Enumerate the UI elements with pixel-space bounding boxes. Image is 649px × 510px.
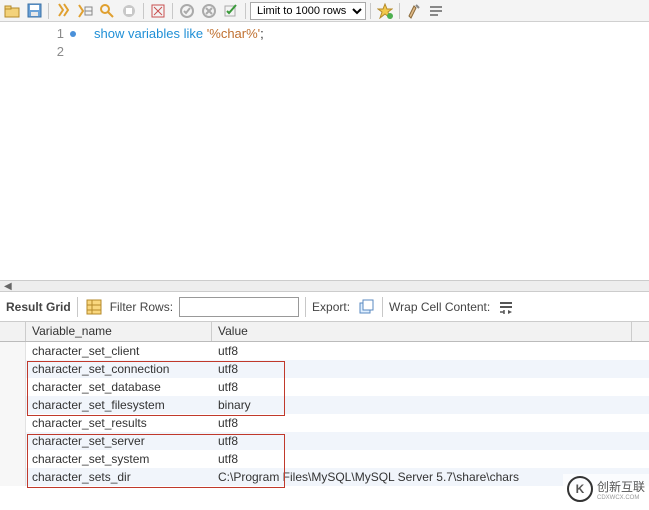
open-icon[interactable] bbox=[2, 1, 22, 21]
stop-icon[interactable] bbox=[119, 1, 139, 21]
toggle-comment-icon[interactable] bbox=[148, 1, 168, 21]
export-label: Export: bbox=[312, 300, 350, 314]
table-row[interactable]: character_set_serverutf8 bbox=[0, 432, 649, 450]
autocommit-icon[interactable] bbox=[221, 1, 241, 21]
table-row[interactable]: character_set_clientutf8 bbox=[0, 342, 649, 360]
explain-icon[interactable] bbox=[97, 1, 117, 21]
wrap-cell-icon[interactable] bbox=[496, 297, 516, 317]
column-value[interactable]: Value bbox=[212, 322, 632, 341]
sql-editor[interactable]: 12 show variables like '%char%'; bbox=[0, 22, 649, 280]
execute-icon[interactable] bbox=[53, 1, 73, 21]
main-toolbar: Limit to 1000 rows bbox=[0, 0, 649, 22]
result-toolbar: Result Grid Filter Rows: Export: Wrap Ce… bbox=[0, 292, 649, 322]
panel-splitter[interactable]: ◀ bbox=[0, 280, 649, 292]
code-area[interactable]: show variables like '%char%'; bbox=[70, 22, 649, 280]
limit-rows-select[interactable]: Limit to 1000 rows bbox=[250, 2, 366, 20]
table-row[interactable]: character_set_databaseutf8 bbox=[0, 378, 649, 396]
export-icon[interactable] bbox=[356, 297, 376, 317]
wrap-cell-label: Wrap Cell Content: bbox=[389, 300, 490, 314]
line-gutter: 12 bbox=[0, 22, 70, 280]
rollback-icon[interactable] bbox=[199, 1, 219, 21]
table-row[interactable]: character_set_filesystembinary bbox=[0, 396, 649, 414]
column-variable-name[interactable]: Variable_name bbox=[26, 322, 212, 341]
result-grid: Variable_name Value character_set_client… bbox=[0, 322, 649, 486]
commit-icon[interactable] bbox=[177, 1, 197, 21]
table-row[interactable]: character_set_resultsutf8 bbox=[0, 414, 649, 432]
grid-header: Variable_name Value bbox=[0, 322, 649, 342]
save-icon[interactable] bbox=[24, 1, 44, 21]
execute-current-icon[interactable] bbox=[75, 1, 95, 21]
grid-view-icon[interactable] bbox=[84, 297, 104, 317]
table-row[interactable]: character_set_systemutf8 bbox=[0, 450, 649, 468]
filter-rows-label: Filter Rows: bbox=[110, 300, 173, 314]
find-icon[interactable] bbox=[426, 1, 446, 21]
filter-rows-input[interactable] bbox=[179, 297, 299, 317]
chevron-left-icon: ◀ bbox=[4, 281, 12, 292]
table-row[interactable]: character_sets_dirC:\Program Files\MySQL… bbox=[0, 468, 649, 486]
favorite-icon[interactable] bbox=[375, 1, 395, 21]
result-grid-label: Result Grid bbox=[6, 300, 71, 314]
table-row[interactable]: character_set_connectionutf8 bbox=[0, 360, 649, 378]
beautify-icon[interactable] bbox=[404, 1, 424, 21]
watermark: K 创新互联 CDXWCX.COM bbox=[563, 474, 649, 504]
